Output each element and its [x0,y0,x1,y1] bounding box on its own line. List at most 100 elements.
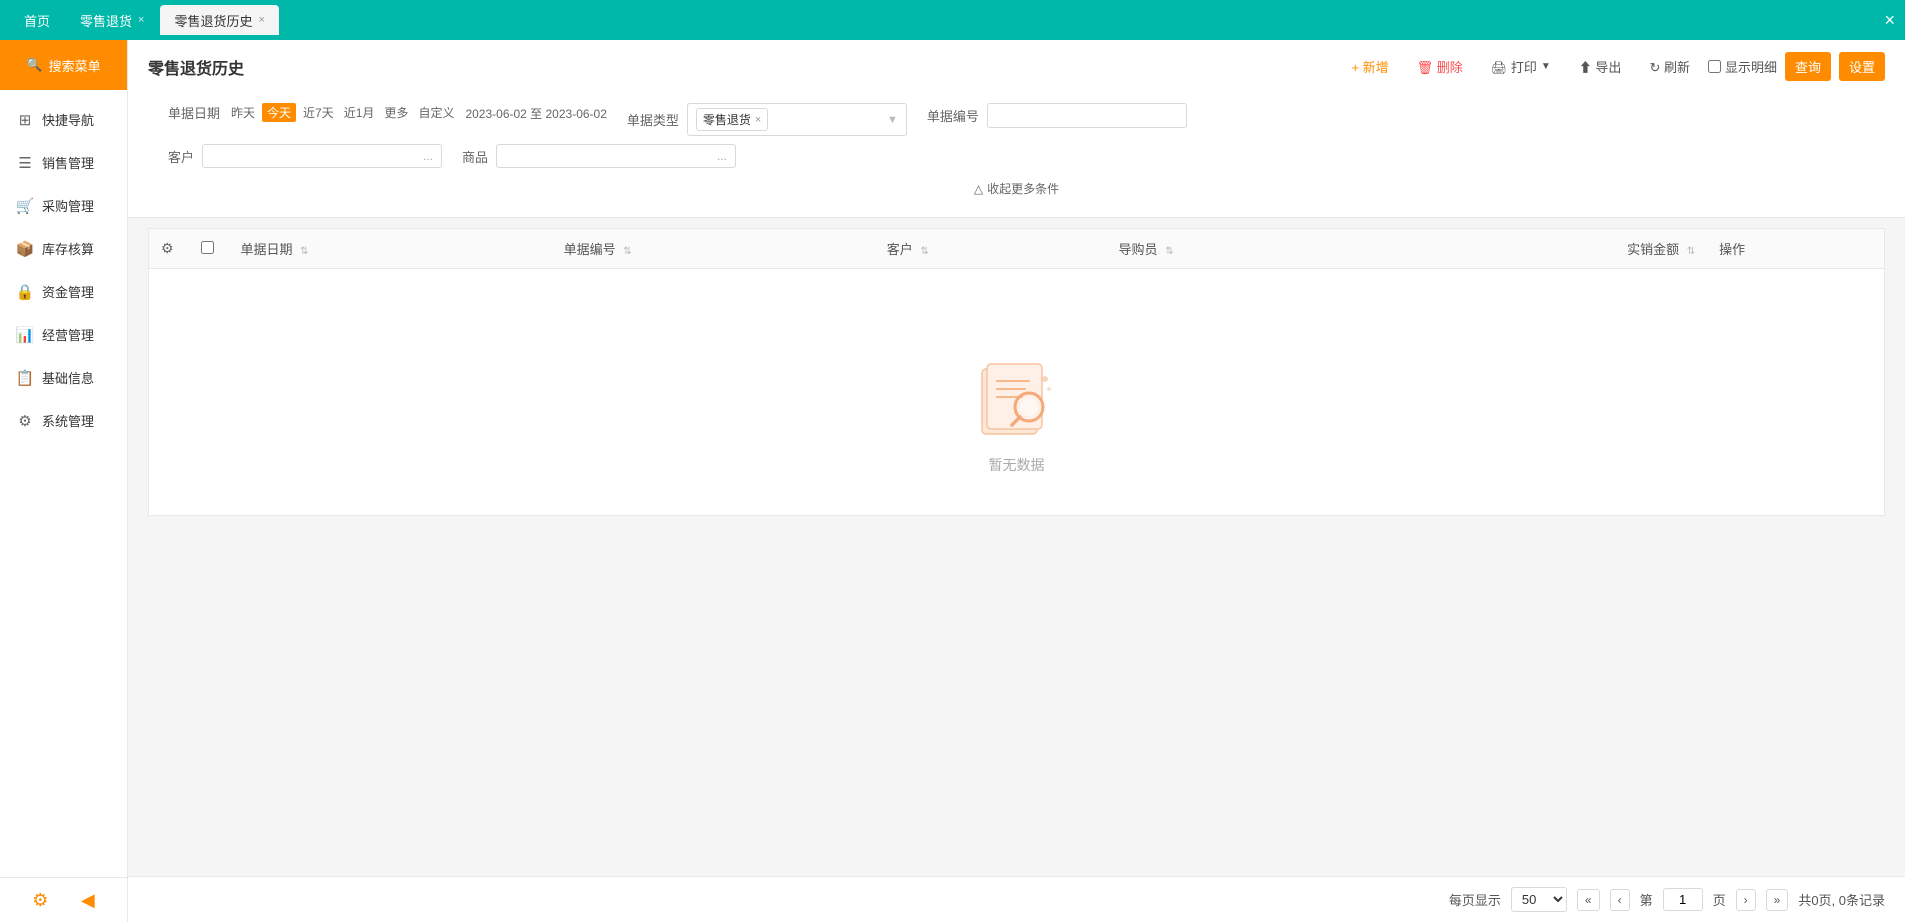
display-detail-check[interactable]: 显示明细 [1708,57,1777,76]
filter-bill-no-label: 单据编号 [927,106,979,125]
tab-retail-return[interactable]: 零售退货 × [66,5,158,35]
last-page-btn[interactable]: » [1766,889,1789,911]
empty-state-cell: 暂无数据 [149,269,1885,516]
data-table: ⚙ 单据日期 ⇅ 单据编号 ⇅ [148,228,1885,516]
tab-retail-return-history-close[interactable]: × [258,14,264,26]
prev-page-btn[interactable]: ‹ [1610,889,1630,911]
print-button[interactable]: 🖨 打印 ▼ [1481,52,1561,81]
tab-retail-return-history-label: 零售退货历史 [174,11,252,30]
first-page-btn[interactable]: « [1577,889,1600,911]
delete-button[interactable]: 🗑 删除 [1407,52,1473,81]
bill-type-tag: 零售退货 × [696,108,768,131]
th-checkbox[interactable] [189,229,229,269]
page-size-select[interactable]: 50 20 100 200 [1511,887,1567,912]
add-button[interactable]: + 新增 [1341,52,1398,81]
sidebar-nav: ⊞ 快捷导航 ☰ 销售管理 🛒 采购管理 📦 库存核算 🔒 资金管理 📊 经 [0,90,127,877]
tab-retail-return-history[interactable]: 零售退货历史 × [160,5,278,35]
table-settings-icon[interactable]: ⚙ [161,240,174,256]
shortcut-last-month[interactable]: 近1月 [341,103,378,122]
sidebar-item-sales-mgmt[interactable]: ☰ 销售管理 [0,141,127,184]
page-number-input[interactable] [1663,888,1703,911]
th-amount-label: 实销金额 [1627,242,1679,257]
top-bar: 首页 零售退货 × 零售退货历史 × × [0,0,1905,40]
search-icon: 🔍 [26,57,42,73]
sidebar-search[interactable]: 🔍 搜索菜单 [0,40,127,90]
toolbar: + 新增 🗑 删除 🖨 打印 ▼ ⬆ 导出 ↻ 刷新 [1341,52,1885,81]
th-bill-date[interactable]: 单据日期 ⇅ [229,229,552,269]
purchase-mgmt-icon: 🛒 [16,197,34,215]
prev-page-icon: ‹ [1618,893,1622,907]
sidebar-item-quick-nav[interactable]: ⊞ 快捷导航 [0,98,127,141]
th-bill-date-label: 单据日期 [241,242,293,257]
collapse-button[interactable]: △ 收起更多条件 [964,176,1069,201]
filter-goods-input[interactable]: ... [496,144,736,168]
tab-home-label: 首页 [24,11,50,30]
filter-customer-group: 客户 ... [168,144,442,168]
date-shortcuts: 昨天 今天 近7天 近1月 更多 自定义 [228,103,457,122]
filter-bill-no-group: 单据编号 [927,103,1187,128]
bill-type-tag-close[interactable]: × [755,114,761,126]
filter-bill-type-select[interactable]: 零售退货 × ▼ [687,103,907,136]
filter-date-group: 单据日期 昨天 今天 近7天 近1月 更多 自定义 2023-06-02 至 2… [168,103,607,122]
nav-label-biz-mgmt: 经营管理 [42,325,94,344]
window-close-btn[interactable]: × [1884,10,1895,31]
shortcut-today[interactable]: 今天 [262,103,296,122]
tab-retail-return-close[interactable]: × [138,14,144,26]
shortcut-more[interactable]: 更多 [381,103,411,122]
nav-label-finance-mgmt: 资金管理 [42,282,94,301]
export-button[interactable]: ⬆ 导出 [1569,52,1632,81]
th-bill-no[interactable]: 单据编号 ⇅ [552,229,875,269]
table-body: 暂无数据 [149,269,1885,516]
table-area: ⚙ 单据日期 ⇅ 单据编号 ⇅ [128,218,1905,876]
customer-dots: ... [423,149,433,163]
print-button-label: 🖨 打印 [1491,57,1537,76]
sidebar-item-finance-mgmt[interactable]: 🔒 资金管理 [0,270,127,313]
shortcut-last7[interactable]: 近7天 [300,103,337,122]
filter-row-1: 单据日期 昨天 今天 近7天 近1月 更多 自定义 2023-06-02 至 2… [168,103,1865,136]
date-range-value: 2023-06-02 至 2023-06-02 [465,105,606,122]
pagination-bar: 每页显示 50 20 100 200 « ‹ 第 页 › » 共0页, 0条记录 [128,876,1905,922]
delete-button-label: 🗑 删除 [1417,57,1463,76]
sidebar-item-biz-mgmt[interactable]: 📊 经营管理 [0,313,127,356]
nav-label-sys-mgmt: 系统管理 [42,411,94,430]
next-page-icon: › [1744,893,1748,907]
th-customer-label: 客户 [887,242,913,257]
refresh-button[interactable]: ↻ 刷新 [1639,52,1700,81]
sidebar-item-sys-mgmt[interactable]: ⚙ 系统管理 [0,399,127,442]
next-page-btn[interactable]: › [1736,889,1756,911]
query-button[interactable]: 查询 [1785,52,1831,81]
th-guide[interactable]: 导购员 ⇅ [1107,229,1384,269]
total-info: 共0页, 0条记录 [1798,890,1885,909]
sidebar-item-purchase-mgmt[interactable]: 🛒 采购管理 [0,184,127,227]
sidebar-item-basic-info[interactable]: 📋 基础信息 [0,356,127,399]
empty-row: 暂无数据 [149,269,1885,516]
settings-button[interactable]: 设置 [1839,52,1885,81]
footer-collapse-icon[interactable]: ◀ [81,890,95,911]
display-detail-checkbox[interactable] [1708,60,1721,73]
stock-check-icon: 📦 [16,240,34,258]
goods-dots: ... [717,149,727,163]
tab-home[interactable]: 首页 [10,5,64,35]
filter-bill-type-label: 单据类型 [627,110,679,129]
sort-bill-date-icon: ⇅ [300,246,308,257]
main-layout: 🔍 搜索菜单 ⊞ 快捷导航 ☰ 销售管理 🛒 采购管理 📦 库存核算 🔒 [0,40,1905,922]
export-button-label: ⬆ 导出 [1579,57,1622,76]
topbar-right: × [1872,10,1895,31]
page-header: 零售退货历史 + 新增 🗑 删除 🖨 打印 ▼ ⬆ 导出 [128,40,1905,218]
filter-customer-input[interactable]: ... [202,144,442,168]
sidebar-item-stock-check[interactable]: 📦 库存核算 [0,227,127,270]
table-header-row: ⚙ 单据日期 ⇅ 单据编号 ⇅ [149,229,1885,269]
shortcut-custom[interactable]: 自定义 [415,103,457,122]
quick-nav-icon: ⊞ [16,111,34,129]
th-action-label: 操作 [1719,242,1745,257]
filter-bill-type-group: 单据类型 零售退货 × ▼ [627,103,907,136]
th-customer[interactable]: 客户 ⇅ [875,229,1107,269]
first-page-icon: « [1585,893,1592,907]
footer-settings-icon[interactable]: ⚙ [32,890,48,911]
select-all-checkbox[interactable] [201,241,214,254]
filter-bill-no-input[interactable] [987,103,1187,128]
th-amount[interactable]: 实销金额 ⇅ [1384,229,1707,269]
th-settings[interactable]: ⚙ [149,229,189,269]
shortcut-yesterday[interactable]: 昨天 [228,103,258,122]
empty-text: 暂无数据 [989,455,1045,475]
